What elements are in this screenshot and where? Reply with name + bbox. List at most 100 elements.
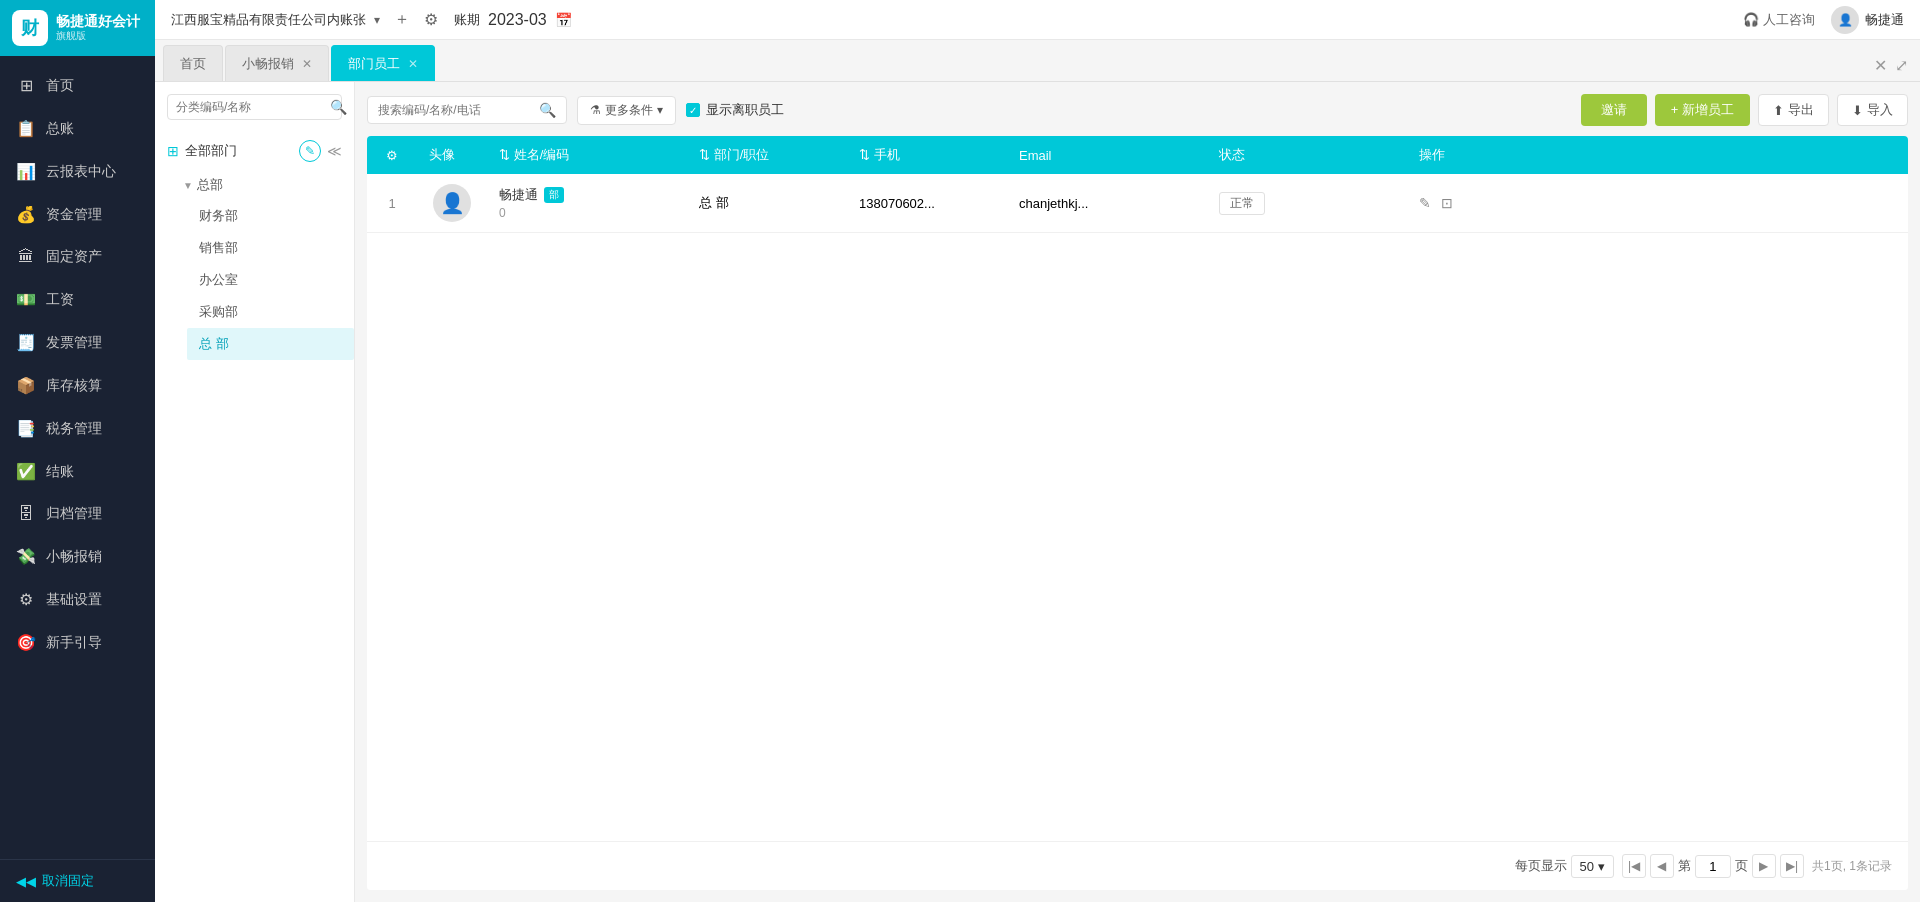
show-resigned-toggle[interactable]: ✓ 显示离职员工: [686, 101, 784, 119]
dept-search-icon[interactable]: 🔍: [330, 99, 347, 115]
settings-icon: ⚙: [16, 590, 36, 609]
tab-close-icon[interactable]: ✕: [408, 57, 418, 71]
sidebar-item-assets[interactable]: 🏛 固定资产: [0, 236, 155, 278]
user-avatar: 👤: [1831, 6, 1859, 34]
tab-label: 首页: [180, 55, 206, 73]
employee-avatar: 👤: [433, 184, 471, 222]
prev-page-button[interactable]: ◀: [1650, 854, 1674, 878]
th-name-label: 姓名/编码: [514, 147, 570, 162]
company-dropdown[interactable]: ▾: [374, 13, 380, 27]
first-page-button[interactable]: |◀: [1622, 854, 1646, 878]
export-button[interactable]: ⬆ 导出: [1758, 94, 1829, 126]
table-header-row: ⚙ 头像 ⇅ 姓名/编码 ⇅ 部门/职位: [367, 136, 1908, 174]
app-edition: 旗舰版: [56, 29, 140, 43]
tab-expense[interactable]: 小畅报销 ✕: [225, 45, 329, 81]
toolbar-actions: 邀请 + 新增员工 ⬆ 导出 ⬇ 导入: [1581, 94, 1908, 126]
period-value: 2023-03: [488, 11, 547, 29]
edit-employee-button[interactable]: ✎: [1419, 195, 1431, 211]
sidebar-item-close[interactable]: ✅ 结账: [0, 450, 155, 493]
delete-employee-button[interactable]: ⊡: [1441, 195, 1453, 211]
support-button[interactable]: 🎧 人工咨询: [1743, 11, 1815, 29]
settings-icon[interactable]: ⚙: [386, 148, 398, 163]
add-company-button[interactable]: ＋: [388, 7, 416, 32]
employee-search-input[interactable]: [378, 103, 533, 117]
sidebar-item-finance[interactable]: 💰 资金管理: [0, 193, 155, 236]
user-menu[interactable]: 👤 畅捷通: [1831, 6, 1904, 34]
last-page-button[interactable]: ▶|: [1780, 854, 1804, 878]
sidebar-item-archive[interactable]: 🗄 归档管理: [0, 493, 155, 535]
invoice-icon: 🧾: [16, 333, 36, 352]
row-name-cell: 畅捷通 部 0: [487, 174, 687, 233]
dept-item-purchase[interactable]: 采购部: [187, 296, 354, 328]
tab-employees[interactable]: 部门员工 ✕: [331, 45, 435, 81]
invite-button[interactable]: 邀请: [1581, 94, 1647, 126]
employee-table: ⚙ 头像 ⇅ 姓名/编码 ⇅ 部门/职位: [367, 136, 1908, 233]
reports-icon: 📊: [16, 162, 36, 181]
sidebar-item-settings[interactable]: ⚙ 基础设置: [0, 578, 155, 621]
user-name: 畅捷通: [1865, 11, 1904, 29]
dept-edit-button[interactable]: ✎: [299, 140, 321, 162]
tax-icon: 📑: [16, 419, 36, 438]
dept-children: 财务部 销售部 办公室 采购部 总 部: [171, 200, 354, 360]
th-settings[interactable]: ⚙: [367, 136, 417, 174]
row-ops-buttons: ✎ ⊡: [1419, 195, 1896, 211]
topbar-right: 🎧 人工咨询 👤 畅捷通: [1743, 6, 1904, 34]
collapse-icon[interactable]: ≪: [327, 143, 342, 159]
sidebar-item-label: 固定资产: [46, 248, 102, 266]
dept-item-finance[interactable]: 财务部: [187, 200, 354, 232]
th-dept[interactable]: ⇅ 部门/职位: [687, 136, 847, 174]
sidebar-item-inventory[interactable]: 📦 库存核算: [0, 364, 155, 407]
next-page-button[interactable]: ▶: [1752, 854, 1776, 878]
dept-root-group: ▼ 总部: [171, 170, 354, 200]
sidebar-item-label: 发票管理: [46, 334, 102, 352]
chevron-down-icon: ▾: [1598, 859, 1605, 874]
th-email-label: Email: [1019, 148, 1052, 163]
th-name[interactable]: ⇅ 姓名/编码: [487, 136, 687, 174]
archive-icon: 🗄: [16, 505, 36, 523]
sidebar-item-reports[interactable]: 📊 云报表中心: [0, 150, 155, 193]
tab-home[interactable]: 首页: [163, 45, 223, 81]
chevron-down-icon: ▾: [657, 103, 663, 117]
sidebar-item-home[interactable]: ⊞ 首页: [0, 64, 155, 107]
topbar-settings-icon[interactable]: ⚙: [424, 10, 438, 29]
expand-tab-icon[interactable]: ⤢: [1895, 56, 1908, 75]
close-tab-icon[interactable]: ✕: [1874, 56, 1887, 75]
all-dept-header[interactable]: ⊞ 全部部门 ✎ ≪: [155, 132, 354, 170]
calendar-icon[interactable]: 📅: [555, 12, 572, 28]
sidebar-item-expense[interactable]: 💸 小畅报销: [0, 535, 155, 578]
employee-search-icon[interactable]: 🔍: [539, 102, 556, 118]
add-employee-button[interactable]: + 新增员工: [1655, 94, 1750, 126]
sidebar-item-label: 首页: [46, 77, 74, 95]
dept-item-office[interactable]: 办公室: [187, 264, 354, 296]
table-empty-area: [367, 233, 1908, 841]
dept-search-box[interactable]: 🔍: [167, 94, 342, 120]
row-status-cell: 正常: [1207, 174, 1407, 233]
th-phone[interactable]: ⇅ 手机: [847, 136, 1007, 174]
employee-email: chanjethkj...: [1019, 196, 1088, 211]
employee-search-box[interactable]: 🔍: [367, 96, 567, 124]
more-filter-button[interactable]: ⚗ 更多条件 ▾: [577, 96, 676, 125]
show-resigned-checkbox[interactable]: ✓: [686, 103, 700, 117]
sidebar-item-tax[interactable]: 📑 税务管理: [0, 407, 155, 450]
th-phone-label: 手机: [874, 147, 900, 162]
sidebar-item-label: 税务管理: [46, 420, 102, 438]
ledger-icon: 📋: [16, 119, 36, 138]
sidebar-item-invoice[interactable]: 🧾 发票管理: [0, 321, 155, 364]
dept-item-sales[interactable]: 销售部: [187, 232, 354, 264]
sort-dept-icon: ⇅: [699, 147, 710, 162]
page-total-label: 共1页, 1条记录: [1812, 858, 1892, 875]
sidebar-item-guide[interactable]: 🎯 新手引导: [0, 621, 155, 664]
unpin-button[interactable]: ◀◀ 取消固定: [0, 859, 155, 902]
tab-close-icon[interactable]: ✕: [302, 57, 312, 71]
employee-badge: 部: [544, 187, 564, 203]
sidebar-item-label: 资金管理: [46, 206, 102, 224]
page-number-input[interactable]: [1695, 855, 1731, 878]
sidebar-item-salary[interactable]: 💵 工资: [0, 278, 155, 321]
app-logo: 财 畅捷通好会计 旗舰版: [0, 0, 155, 56]
sidebar-item-ledger[interactable]: 📋 总账: [0, 107, 155, 150]
import-button[interactable]: ⬇ 导入: [1837, 94, 1908, 126]
dept-search-input[interactable]: [176, 100, 326, 114]
dept-item-headquarters[interactable]: 总 部: [187, 328, 354, 360]
row-index: 1: [367, 174, 417, 233]
page-size-select-box[interactable]: 50 ▾: [1571, 855, 1614, 878]
